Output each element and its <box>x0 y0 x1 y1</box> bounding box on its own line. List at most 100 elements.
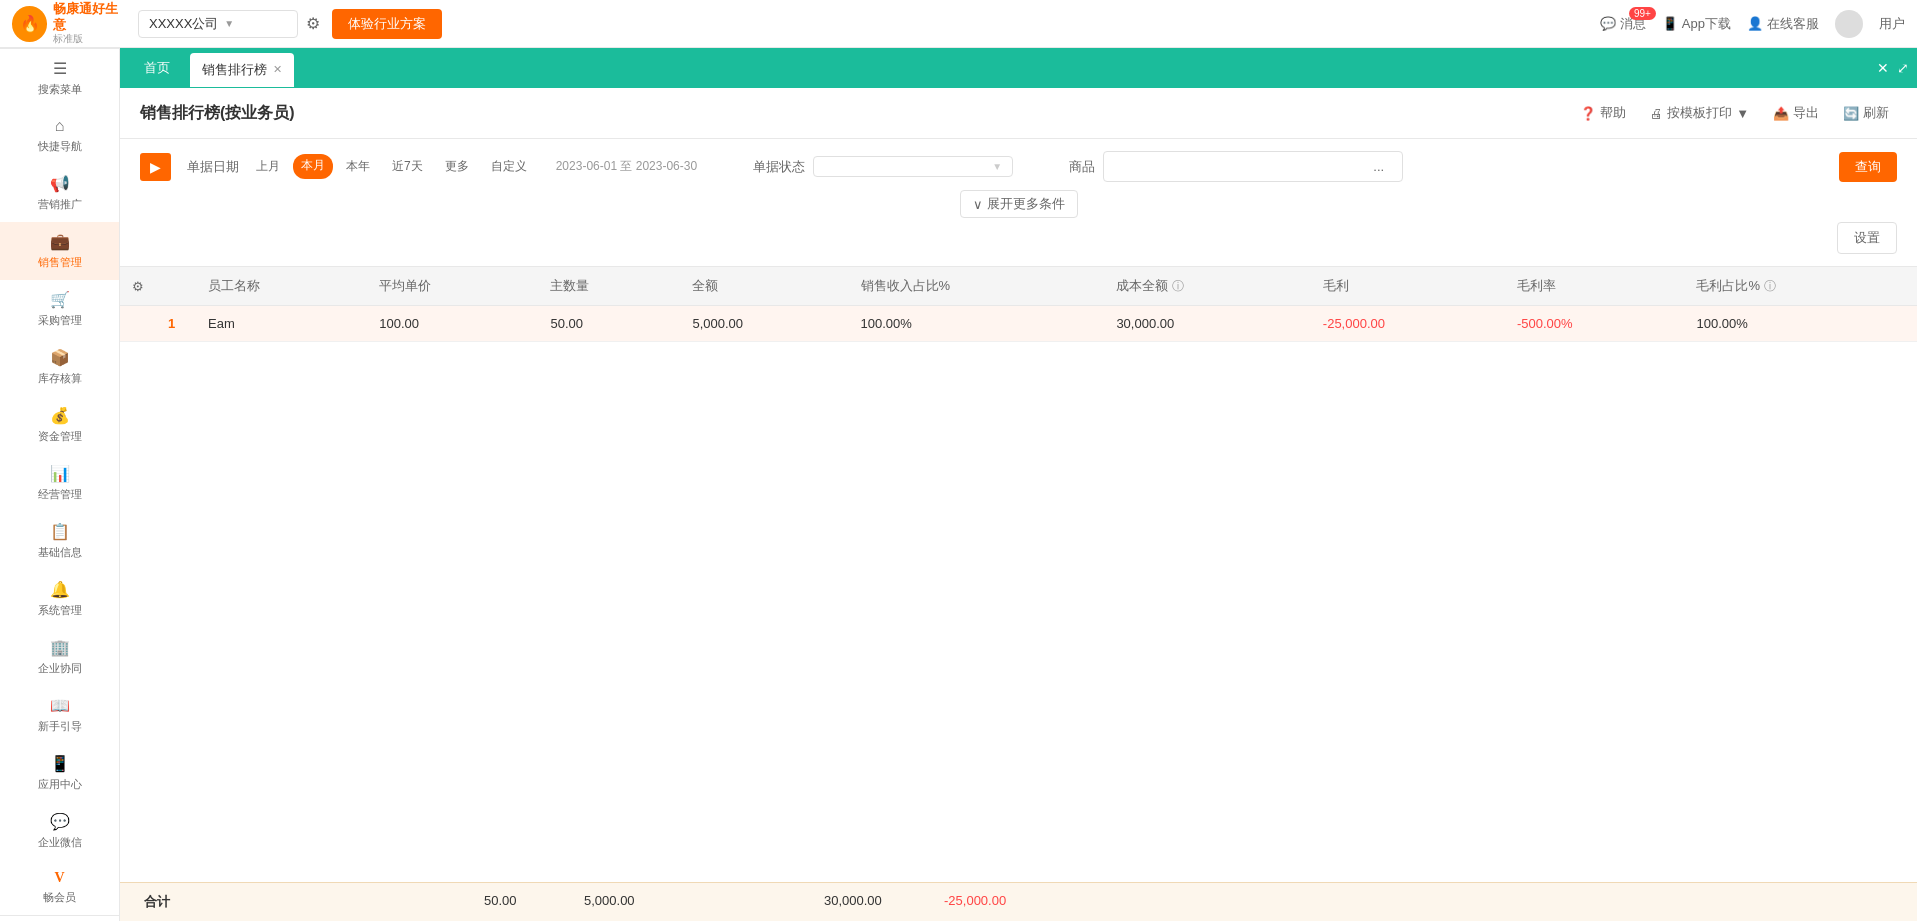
status-select-arrow-icon: ▼ <box>992 161 1002 172</box>
message-badge: 99+ <box>1629 7 1656 20</box>
tab-close-icon[interactable]: ✕ <box>273 63 282 76</box>
app-download-btn[interactable]: 📱 App下载 <box>1662 15 1731 33</box>
date-tab-7days[interactable]: 近7天 <box>383 154 432 179</box>
export-label: 导出 <box>1793 104 1819 122</box>
date-tabs: 上月 本月 本年 近7天 更多 自定义 <box>247 154 536 179</box>
row-amount: 5,000.00 <box>680 306 848 342</box>
expand-label: 展开更多条件 <box>987 195 1065 213</box>
table-header-settings[interactable]: ⚙ <box>120 267 156 306</box>
date-tab-this-month[interactable]: 本月 <box>293 154 333 179</box>
avatar[interactable] <box>1835 10 1863 38</box>
sidebar-item-label: 资金管理 <box>38 429 82 444</box>
date-tab-custom[interactable]: 自定义 <box>482 154 536 179</box>
company-selector[interactable]: XXXXX公司 ▼ <box>138 10 298 38</box>
cost-info-icon[interactable]: ⓘ <box>1172 279 1184 293</box>
date-tab-more[interactable]: 更多 <box>436 154 478 179</box>
sidebar-item-sales[interactable]: 💼 销售管理 <box>0 222 119 280</box>
operations-icon: 📊 <box>50 464 70 483</box>
footer-label: 合计 <box>132 893 252 911</box>
page-title: 销售排行榜(按业务员) <box>140 103 295 124</box>
online-service-btn[interactable]: 👤 在线客服 <box>1747 15 1819 33</box>
sidebar-item-basic-info[interactable]: 📋 基础信息 <box>0 512 119 570</box>
row-employee: Eam <box>196 306 367 342</box>
member-icon: V <box>54 870 64 886</box>
date-tab-this-year[interactable]: 本年 <box>337 154 379 179</box>
export-button[interactable]: 📤 导出 <box>1765 100 1827 126</box>
goods-more-icon[interactable]: ... <box>1365 156 1392 177</box>
table-header-gross: 毛利 <box>1311 267 1505 306</box>
goods-select[interactable]: ... <box>1103 151 1403 182</box>
inventory-icon: 📦 <box>50 348 70 367</box>
sidebar-item-app-center[interactable]: 📱 应用中心 <box>0 744 119 802</box>
refresh-button[interactable]: 🔄 刷新 <box>1835 100 1897 126</box>
sidebar-item-purchase[interactable]: 🛒 采购管理 <box>0 280 119 338</box>
table-header-cost: 成本全额 ⓘ <box>1104 267 1310 306</box>
tab-sales-ranking[interactable]: 销售排行榜 ✕ <box>190 53 294 87</box>
company-name: XXXXX公司 <box>149 15 218 33</box>
enterprise-icon: 🏢 <box>50 638 70 657</box>
data-table: ⚙ 员工名称 平均单价 主数量 全额 销售收入占比% 成本全额 ⓘ 毛利 毛利率 <box>120 267 1917 882</box>
help-button[interactable]: ❓ 帮助 <box>1572 100 1634 126</box>
sidebar-item-inventory[interactable]: 📦 库存核算 <box>0 338 119 396</box>
help-icon: ❓ <box>1580 106 1596 121</box>
sidebar-item-guide[interactable]: 📖 新手引导 <box>0 686 119 744</box>
table-header-gross-rate: 毛利率 <box>1505 267 1684 306</box>
refresh-icon: 🔄 <box>1843 106 1859 121</box>
expand-filter-button[interactable]: ∨ 展开更多条件 <box>960 190 1078 218</box>
table-header-quantity: 主数量 <box>538 267 680 306</box>
purchase-icon: 🛒 <box>50 290 70 309</box>
sidebar-item-label: 基础信息 <box>38 545 82 560</box>
tab-home[interactable]: 首页 <box>128 48 186 88</box>
sidebar-item-label: 快捷导航 <box>38 139 82 154</box>
sidebar-item-wechat[interactable]: 💬 企业微信 <box>0 802 119 860</box>
row-gross-pct: 100.00% <box>1684 306 1917 342</box>
setting-button[interactable]: 设置 <box>1837 222 1897 254</box>
finance-icon: 💰 <box>50 406 70 425</box>
tab-close-all-icon[interactable]: ✕ <box>1877 60 1889 76</box>
sidebar-item-quick-nav[interactable]: ⌂ 快捷导航 <box>0 107 119 164</box>
message-btn[interactable]: 💬 消息 99+ <box>1600 15 1646 33</box>
home-tab-label: 首页 <box>144 59 170 77</box>
date-label: 单据日期 <box>187 158 239 176</box>
status-select[interactable]: ▼ <box>813 156 1013 177</box>
system-icon: 🔔 <box>50 580 70 599</box>
sidebar-item-system[interactable]: 🔔 系统管理 <box>0 570 119 628</box>
status-label: 单据状态 <box>753 158 805 176</box>
print-button[interactable]: 🖨 按模板打印 ▼ <box>1642 100 1757 126</box>
date-range-display: 2023-06-01 至 2023-06-30 <box>556 158 697 175</box>
settings-icon[interactable]: ⚙ <box>306 14 320 33</box>
sidebar-item-enterprise[interactable]: 🏢 企业协同 <box>0 628 119 686</box>
sidebar-item-member[interactable]: V 畅会员 <box>0 860 119 915</box>
trial-button[interactable]: 体验行业方案 <box>332 9 442 39</box>
date-tab-prev-month[interactable]: 上月 <box>247 154 289 179</box>
sidebar-item-marketing[interactable]: 📢 营销推广 <box>0 164 119 222</box>
table-header-employee: 员工名称 <box>196 267 367 306</box>
footer-amount: 5,000.00 <box>572 893 692 911</box>
status-filter: 单据状态 ▼ <box>753 156 1013 177</box>
sidebar-item-label: 库存核算 <box>38 371 82 386</box>
sidebar-item-operations[interactable]: 📊 经营管理 <box>0 454 119 512</box>
avatar-name: 用户 <box>1879 15 1905 33</box>
footer-empty2 <box>372 893 472 911</box>
toggle-filter-button[interactable]: ▶ <box>140 153 171 181</box>
sidebar-item-label: 系统管理 <box>38 603 82 618</box>
export-icon: 📤 <box>1773 106 1789 121</box>
table-header-amount: 全额 <box>680 267 848 306</box>
sidebar-item-search[interactable]: ☰ 搜索菜单 <box>0 49 119 107</box>
online-service-label: 在线客服 <box>1767 15 1819 33</box>
sales-icon: 💼 <box>50 232 70 251</box>
sidebar-item-finance[interactable]: 💰 资金管理 <box>0 396 119 454</box>
table-header-rank <box>156 267 196 306</box>
row-gross: -25,000.00 <box>1311 306 1505 342</box>
query-button[interactable]: 查询 <box>1839 152 1897 182</box>
table-row: 1 Eam 100.00 50.00 5,000.00 100.00% 30,0… <box>120 306 1917 342</box>
gross-pct-info-icon[interactable]: ⓘ <box>1764 279 1776 293</box>
row-rank: 1 <box>156 306 196 342</box>
sidebar-item-label: 经营管理 <box>38 487 82 502</box>
tab-maximize-icon[interactable]: ⤢ <box>1897 60 1909 76</box>
app-center-icon: 📱 <box>50 754 70 773</box>
sidebar-item-label: 搜索菜单 <box>38 82 82 97</box>
guide-icon: 📖 <box>50 696 70 715</box>
row-quantity: 50.00 <box>538 306 680 342</box>
footer-empty1 <box>252 893 372 911</box>
